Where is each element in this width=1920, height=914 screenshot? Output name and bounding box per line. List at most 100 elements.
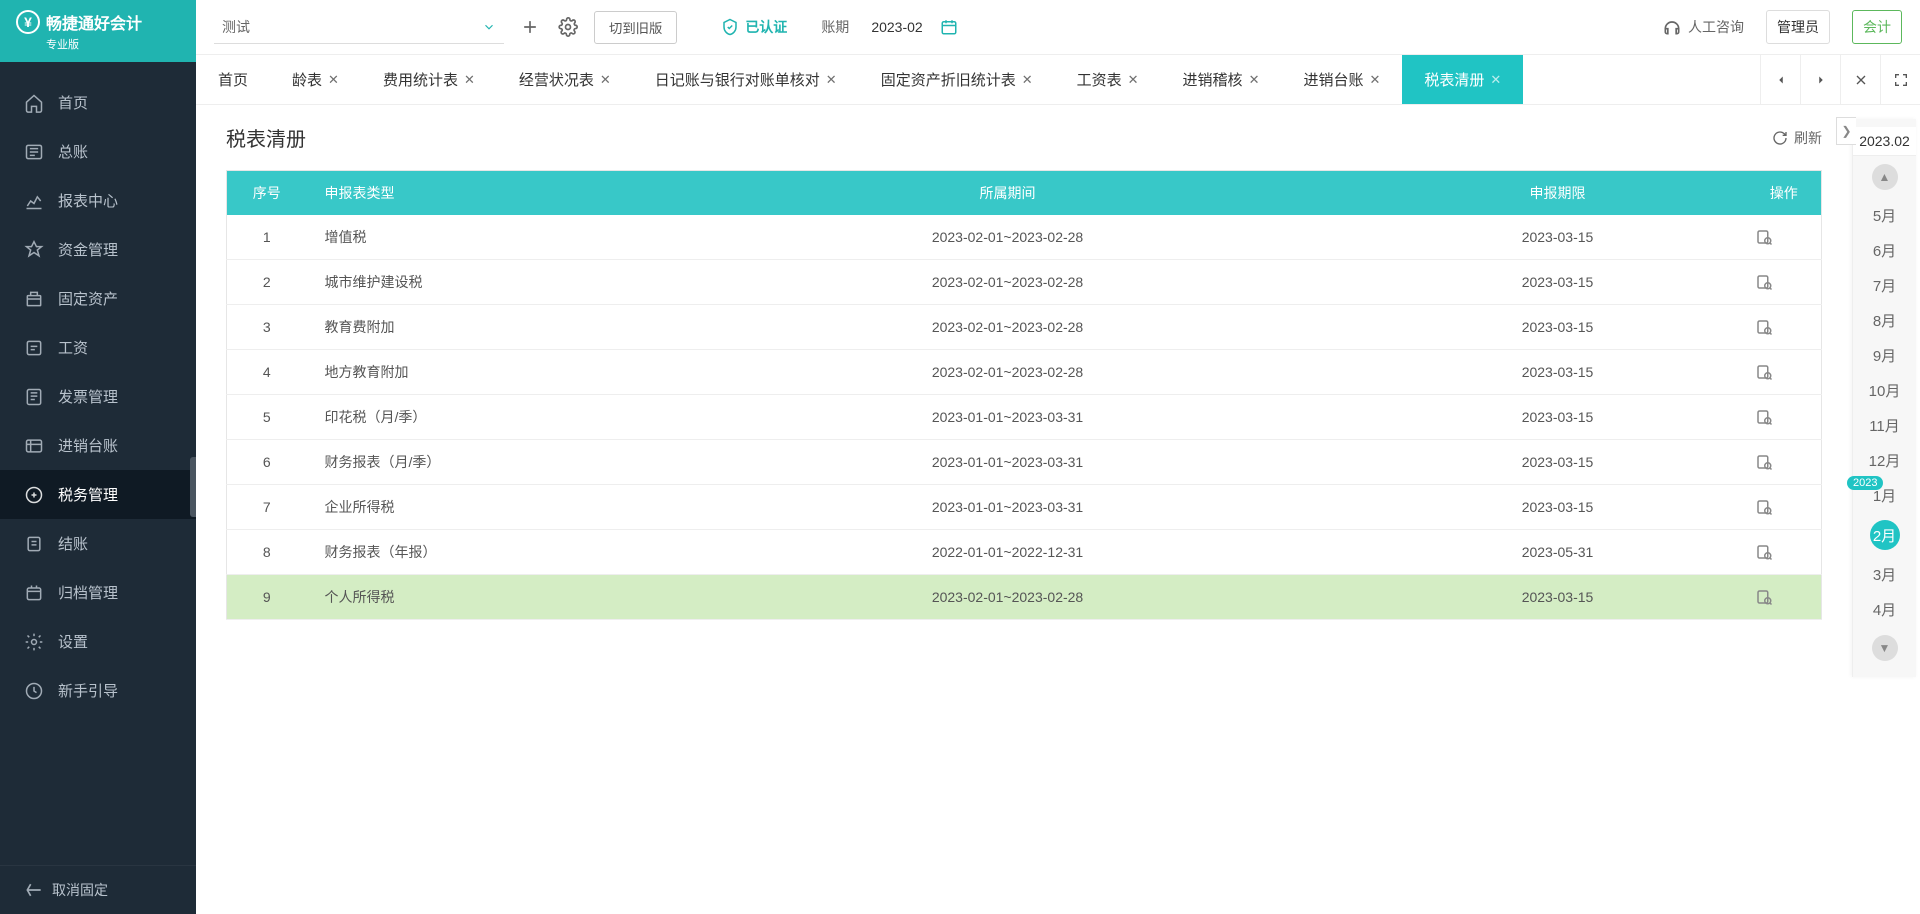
nav-icon — [24, 485, 44, 505]
tab-close[interactable]: ✕ — [600, 72, 611, 88]
cell-index: 9 — [227, 575, 307, 620]
tab-3[interactable]: 经营状况表✕ — [497, 55, 633, 104]
month-option[interactable]: 5月 — [1853, 198, 1916, 233]
content: 税表清册 刷新 序号 申报表类型 所属期间 申报期限 操作 — [196, 105, 1920, 914]
cell-type: 印花税（月/季） — [307, 395, 647, 440]
view-detail-button[interactable] — [1755, 408, 1814, 426]
nav-item-4[interactable]: 固定资产 — [0, 274, 196, 323]
cell-index: 8 — [227, 530, 307, 575]
month-option[interactable]: 9月 — [1853, 338, 1916, 373]
table-row[interactable]: 1增值税2023-02-01~2023-02-282023-03-15 — [227, 215, 1822, 260]
tab-0[interactable]: 首页 — [196, 55, 270, 104]
refresh-button[interactable]: 刷新 — [1772, 128, 1822, 148]
nav-item-12[interactable]: 新手引导 — [0, 666, 196, 715]
plus-icon — [520, 17, 540, 37]
cell-period: 2023-02-01~2023-02-28 — [647, 305, 1369, 350]
nav-item-2[interactable]: 报表中心 — [0, 176, 196, 225]
nav-item-7[interactable]: 进销台账 — [0, 421, 196, 470]
tab-close[interactable]: ✕ — [328, 72, 339, 88]
period-value: 2023-02 — [871, 19, 922, 35]
table-row[interactable]: 2城市维护建设税2023-02-01~2023-02-282023-03-15 — [227, 260, 1822, 305]
role-admin[interactable]: 管理员 — [1766, 10, 1830, 44]
nav-item-5[interactable]: 工资 — [0, 323, 196, 372]
tab-9[interactable]: 税表清册✕ — [1402, 55, 1523, 104]
sidebar: ¥ 畅捷通好会计 专业版 首页总账报表中心资金管理固定资产工资发票管理进销台账税… — [0, 0, 196, 914]
table-row[interactable]: 3教育费附加2023-02-01~2023-02-282023-03-15 — [227, 305, 1822, 350]
view-detail-button[interactable] — [1755, 453, 1814, 471]
cell-deadline: 2023-03-15 — [1369, 260, 1747, 305]
tab-close[interactable]: ✕ — [1369, 72, 1380, 88]
role-accountant[interactable]: 会计 — [1852, 10, 1902, 44]
month-panel-down[interactable]: ▼ — [1872, 635, 1898, 661]
fullscreen-button[interactable] — [1880, 55, 1920, 104]
nav-item-0[interactable]: 首页 — [0, 78, 196, 127]
month-option[interactable]: 7月 — [1853, 268, 1916, 303]
caret-right-icon — [1814, 73, 1828, 87]
tabs-prev[interactable] — [1760, 55, 1800, 104]
nav-item-8[interactable]: 税务管理 — [0, 470, 196, 519]
tab-close[interactable]: ✕ — [1022, 72, 1033, 88]
tab-close[interactable]: ✕ — [1490, 72, 1501, 88]
month-label: 11月 — [1869, 418, 1900, 435]
tab-label: 费用统计表 — [383, 69, 458, 90]
nav-item-6[interactable]: 发票管理 — [0, 372, 196, 421]
view-detail-button[interactable] — [1755, 543, 1814, 561]
sidebar-unpin[interactable]: 取消固定 — [0, 865, 196, 914]
tab-1[interactable]: 龄表✕ — [270, 55, 361, 104]
add-button[interactable] — [518, 15, 542, 39]
table-row[interactable]: 9个人所得税2023-02-01~2023-02-282023-03-15 — [227, 575, 1822, 620]
month-option[interactable]: 20231月 — [1853, 478, 1916, 513]
tab-6[interactable]: 工资表✕ — [1055, 55, 1161, 104]
month-panel-up[interactable]: ▲ — [1872, 164, 1898, 190]
month-panel-collapse[interactable]: ❯ — [1836, 117, 1856, 145]
gear-icon — [558, 17, 578, 37]
view-detail-button[interactable] — [1755, 228, 1814, 246]
month-label: 1月 — [1873, 488, 1896, 505]
table-row[interactable]: 4地方教育附加2023-02-01~2023-02-282023-03-15 — [227, 350, 1822, 395]
table-row[interactable]: 5印花税（月/季）2023-01-01~2023-03-312023-03-15 — [227, 395, 1822, 440]
nav-item-11[interactable]: 设置 — [0, 617, 196, 666]
month-option[interactable]: 3月 — [1853, 557, 1916, 592]
tab-7[interactable]: 进销稽核✕ — [1161, 55, 1282, 104]
month-option[interactable]: 12月 — [1853, 443, 1916, 478]
month-option[interactable]: 11月 — [1853, 408, 1916, 443]
tab-5[interactable]: 固定资产折旧统计表✕ — [859, 55, 1055, 104]
table-row[interactable]: 6财务报表（月/季）2023-01-01~2023-03-312023-03-1… — [227, 440, 1822, 485]
period-calendar-button[interactable] — [937, 15, 961, 39]
tab-2[interactable]: 费用统计表 ✕ — [361, 55, 497, 104]
settings-button[interactable] — [556, 15, 580, 39]
nav-item-9[interactable]: 结账 — [0, 519, 196, 568]
tab-4[interactable]: 日记账与银行对账单核对✕ — [633, 55, 859, 104]
refresh-icon — [1772, 130, 1788, 146]
company-selector[interactable]: 测试 — [214, 11, 504, 44]
tabs-next[interactable] — [1800, 55, 1840, 104]
tab-8[interactable]: 进销台账✕ — [1281, 55, 1402, 104]
view-detail-button[interactable] — [1755, 318, 1814, 336]
nav-item-3[interactable]: 资金管理 — [0, 225, 196, 274]
month-option[interactable]: 8月 — [1853, 303, 1916, 338]
view-detail-button[interactable] — [1755, 498, 1814, 516]
switch-old-button[interactable]: 切到旧版 — [594, 11, 677, 44]
tax-table: 序号 申报表类型 所属期间 申报期限 操作 1增值税2023-02-01~202… — [226, 170, 1822, 620]
nav-item-label: 总账 — [58, 141, 88, 162]
tab-close[interactable]: ✕ — [826, 72, 837, 88]
month-option[interactable]: 6月 — [1853, 233, 1916, 268]
tab-close[interactable]: ✕ — [1128, 72, 1139, 88]
month-option[interactable]: 2月 — [1853, 513, 1916, 557]
view-detail-button[interactable] — [1755, 363, 1814, 381]
view-detail-button[interactable] — [1755, 273, 1814, 291]
table-row[interactable]: 7企业所得税2023-01-01~2023-03-312023-03-15 — [227, 485, 1822, 530]
month-label: 4月 — [1873, 602, 1896, 619]
tabs-close-all[interactable] — [1840, 55, 1880, 104]
consult-button[interactable]: 人工咨询 — [1662, 17, 1744, 37]
nav-item-1[interactable]: 总账 — [0, 127, 196, 176]
cell-deadline: 2023-03-15 — [1369, 350, 1747, 395]
month-option[interactable]: 4月 — [1853, 592, 1916, 627]
table-row[interactable]: 8财务报表（年报）2022-01-01~2022-12-312023-05-31 — [227, 530, 1822, 575]
tab-close[interactable]: ✕ — [1249, 72, 1260, 88]
nav-icon — [24, 240, 44, 260]
tab-close[interactable]: ✕ — [464, 72, 475, 88]
view-detail-button[interactable] — [1755, 588, 1814, 606]
nav-item-10[interactable]: 归档管理 — [0, 568, 196, 617]
month-option[interactable]: 10月 — [1853, 373, 1916, 408]
